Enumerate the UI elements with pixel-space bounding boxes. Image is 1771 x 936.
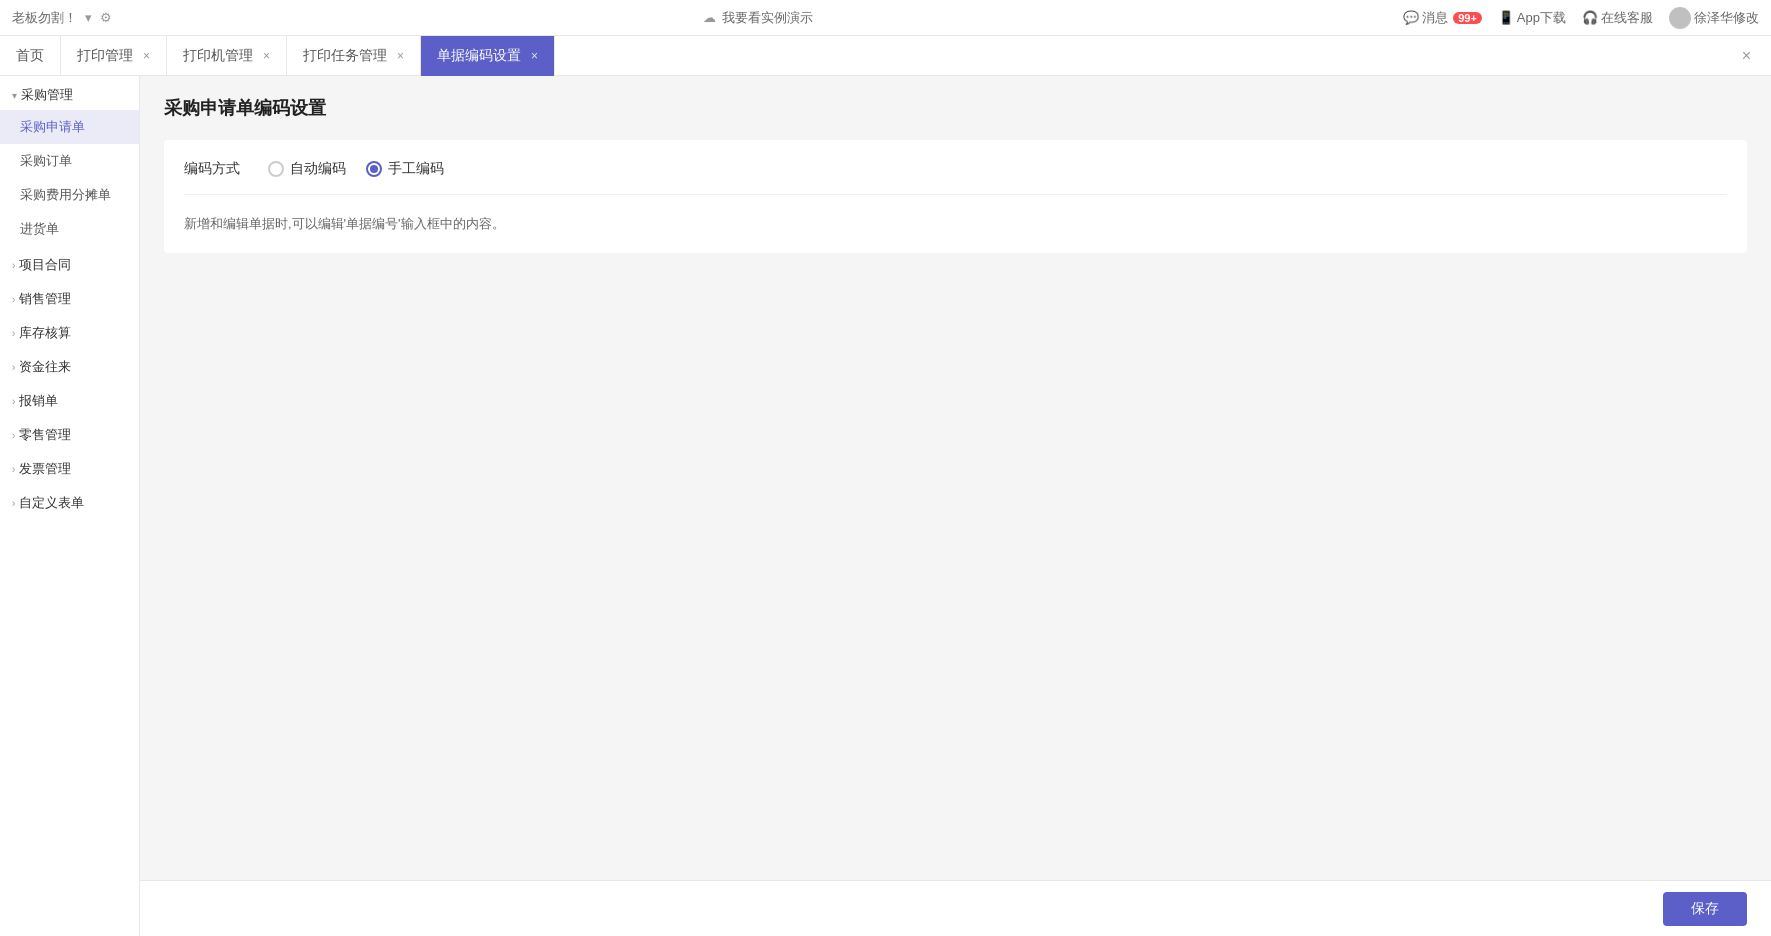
sidebar-group-invoice-mgmt[interactable]: › 发票管理	[0, 450, 139, 484]
top-bar-center: ☁ 我要看实例演示	[703, 9, 813, 27]
save-button[interactable]: 保存	[1663, 892, 1747, 926]
top-bar-left: 老板勿割！ ▾ ⚙	[12, 9, 112, 27]
headset-icon: 🎧	[1582, 10, 1598, 25]
cloud-icon: ☁	[703, 10, 716, 25]
app-download-label: App下载	[1517, 9, 1566, 27]
sidebar-group-invoice-mgmt-label: 发票管理	[19, 460, 71, 478]
tab-printer-mgmt[interactable]: 打印机管理 ×	[167, 36, 287, 76]
dropdown-icon[interactable]: ▾	[85, 10, 92, 25]
sidebar-item-goods-receipt-label: 进货单	[20, 221, 59, 236]
radio-auto-coding[interactable]: 自动编码	[268, 160, 346, 178]
settings-icon[interactable]: ⚙	[100, 10, 112, 25]
radio-manual-coding[interactable]: 手工编码	[366, 160, 444, 178]
messages-label: 消息	[1422, 9, 1448, 27]
window-close-button[interactable]: ×	[1734, 43, 1759, 69]
sidebar-group-retail-mgmt[interactable]: › 零售管理	[0, 416, 139, 450]
content-inner: 采购申请单编码设置 编码方式 自动编码 手工编码	[140, 76, 1771, 880]
coding-mode-row: 编码方式 自动编码 手工编码	[184, 160, 1727, 195]
sidebar-item-purchase-order-label: 采购订单	[20, 153, 72, 168]
message-icon: 💬	[1403, 10, 1419, 25]
chevron-right-icon-sales: ›	[12, 294, 15, 305]
sidebar-item-purchase-order[interactable]: 采购订单	[0, 144, 139, 178]
content-area: 采购申请单编码设置 编码方式 自动编码 手工编码	[140, 76, 1771, 936]
tab-single-code-setting-close[interactable]: ×	[531, 49, 538, 63]
top-bar: 老板勿割！ ▾ ⚙ ☁ 我要看实例演示 💬 消息 99+ 📱 App下载 🎧 在…	[0, 0, 1771, 36]
sidebar-group-retail-mgmt-label: 零售管理	[19, 426, 71, 444]
tab-printer-mgmt-label: 打印机管理	[183, 47, 253, 65]
demo-link[interactable]: 我要看实例演示	[722, 9, 813, 27]
tab-print-task-mgmt-close[interactable]: ×	[397, 49, 404, 63]
sidebar-group-sales-mgmt[interactable]: › 销售管理	[0, 280, 139, 314]
top-bar-right: 💬 消息 99+ 📱 App下载 🎧 在线客服 徐泽华修改	[1403, 7, 1759, 29]
tab-printer-mgmt-close[interactable]: ×	[263, 49, 270, 63]
hint-text: 新增和编辑单据时,可以编辑'单据编号'输入框中的内容。	[184, 215, 1727, 233]
radio-manual-label: 手工编码	[388, 160, 444, 178]
online-service-button[interactable]: 🎧 在线客服	[1582, 9, 1653, 27]
sidebar-group-capital-label: 资金往来	[19, 358, 71, 376]
tab-print-task-mgmt[interactable]: 打印任务管理 ×	[287, 36, 421, 76]
chevron-right-icon-custom: ›	[12, 498, 15, 509]
coding-radio-group: 自动编码 手工编码	[268, 160, 444, 178]
app-download-button[interactable]: 📱 App下载	[1498, 9, 1566, 27]
chevron-right-icon-invoice: ›	[12, 464, 15, 475]
tab-print-mgmt-label: 打印管理	[77, 47, 133, 65]
chevron-right-icon-project: ›	[12, 260, 15, 271]
radio-auto-circle	[268, 161, 284, 177]
chevron-right-icon-capital: ›	[12, 362, 15, 373]
sidebar-item-purchase-expense[interactable]: 采购费用分摊单	[0, 178, 139, 212]
sidebar-group-inventory-label: 库存核算	[19, 324, 71, 342]
tab-single-code-setting-label: 单据编码设置	[437, 47, 521, 65]
tab-print-mgmt[interactable]: 打印管理 ×	[61, 36, 167, 76]
chevron-down-icon: ▾	[12, 90, 17, 101]
sidebar-item-purchase-request[interactable]: 采购申请单	[0, 110, 139, 144]
top-bar-logo-text: 老板勿割！	[12, 9, 77, 27]
page-title: 采购申请单编码设置	[164, 96, 1747, 120]
setting-card: 编码方式 自动编码 手工编码	[164, 140, 1747, 253]
tab-single-code-setting[interactable]: 单据编码设置 ×	[421, 36, 555, 76]
radio-manual-circle	[366, 161, 382, 177]
sidebar-group-capital[interactable]: › 资金往来	[0, 348, 139, 382]
sidebar-item-purchase-expense-label: 采购费用分摊单	[20, 187, 111, 202]
messages-button[interactable]: 💬 消息 99+	[1403, 9, 1482, 27]
tab-home-label: 首页	[16, 47, 44, 65]
content-footer: 保存	[140, 880, 1771, 936]
sidebar-group-project-contract-label: 项目合同	[19, 256, 71, 274]
tab-bar-end: ×	[1734, 43, 1771, 69]
chevron-right-icon-inventory: ›	[12, 328, 15, 339]
online-service-label: 在线客服	[1601, 9, 1653, 27]
sidebar-group-project-contract[interactable]: › 项目合同	[0, 246, 139, 280]
radio-auto-label: 自动编码	[290, 160, 346, 178]
messages-badge: 99+	[1453, 12, 1482, 24]
user-name: 徐泽华修改	[1694, 9, 1759, 27]
tab-print-mgmt-close[interactable]: ×	[143, 49, 150, 63]
main-layout: ▾ 采购管理 采购申请单 采购订单 采购费用分摊单 进货单 › 项目合同 › 销…	[0, 76, 1771, 936]
sidebar-group-purchase-mgmt-label: 采购管理	[21, 86, 73, 104]
phone-icon: 📱	[1498, 10, 1514, 25]
sidebar-group-custom-forms-label: 自定义表单	[19, 494, 84, 512]
sidebar-group-returns-label: 报销单	[19, 392, 58, 410]
sidebar-group-returns[interactable]: › 报销单	[0, 382, 139, 416]
sidebar: ▾ 采购管理 采购申请单 采购订单 采购费用分摊单 进货单 › 项目合同 › 销…	[0, 76, 140, 936]
sidebar-item-goods-receipt[interactable]: 进货单	[0, 212, 139, 246]
tab-home[interactable]: 首页	[0, 36, 61, 76]
sidebar-group-sales-mgmt-label: 销售管理	[19, 290, 71, 308]
avatar	[1669, 7, 1691, 29]
chevron-right-icon-retail: ›	[12, 430, 15, 441]
sidebar-item-purchase-request-label: 采购申请单	[20, 119, 85, 134]
tab-bar: 首页 打印管理 × 打印机管理 × 打印任务管理 × 单据编码设置 × ×	[0, 36, 1771, 76]
user-menu-button[interactable]: 徐泽华修改	[1669, 7, 1759, 29]
chevron-right-icon-returns: ›	[12, 396, 15, 407]
sidebar-group-inventory[interactable]: › 库存核算	[0, 314, 139, 348]
sidebar-group-purchase-mgmt[interactable]: ▾ 采购管理	[0, 76, 139, 110]
sidebar-group-custom-forms[interactable]: › 自定义表单	[0, 484, 139, 518]
coding-mode-label: 编码方式	[184, 160, 244, 178]
tab-print-task-mgmt-label: 打印任务管理	[303, 47, 387, 65]
